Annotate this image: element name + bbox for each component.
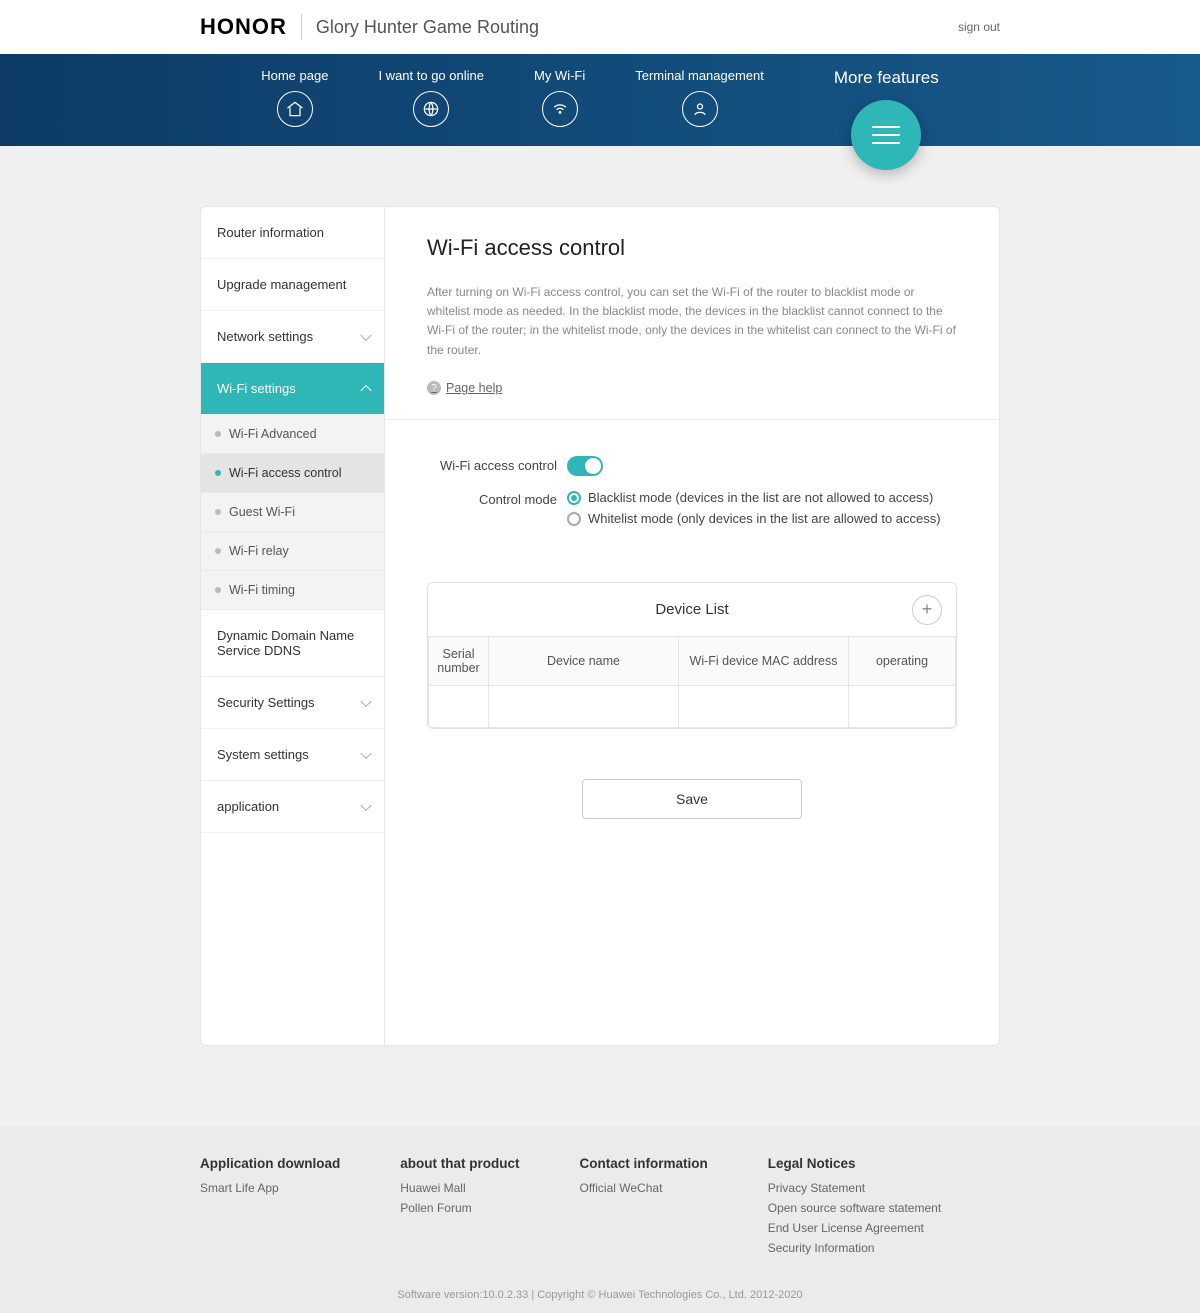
radio-whitelist-label: Whitelist mode (only devices in the list… [588, 511, 941, 526]
table-row [429, 686, 956, 728]
sidebar-sub-wifi-timing[interactable]: Wi-Fi timing [201, 571, 384, 610]
col-mac: Wi-Fi device MAC address [679, 637, 849, 686]
footer-link[interactable]: Official WeChat [579, 1181, 707, 1195]
col-serial: Serial number [429, 637, 489, 686]
page-title: Wi-Fi access control [427, 235, 957, 261]
nav-more-label: More features [834, 68, 939, 88]
radio-blacklist[interactable]: Blacklist mode (devices in the list are … [567, 490, 941, 505]
footer-bottom: Software version:10.0.2.33 | Copyright ©… [0, 1289, 1200, 1301]
toggle-access-control[interactable] [567, 456, 603, 476]
nav-label: Home page [261, 68, 328, 83]
footer-link[interactable]: Pollen Forum [400, 1201, 519, 1215]
footer-col-legal: Legal Notices Privacy Statement Open sou… [768, 1156, 941, 1261]
sidebar-item-system[interactable]: System settings [201, 729, 384, 781]
nav-label: Terminal management [635, 68, 764, 83]
brand-divider [301, 14, 302, 40]
product-title: Glory Hunter Game Routing [316, 17, 539, 38]
footer-col-title: Legal Notices [768, 1156, 941, 1171]
nav-wifi[interactable]: My Wi-Fi [534, 68, 585, 127]
col-operating: operating [849, 637, 956, 686]
footer-col-download: Application download Smart Life App [200, 1156, 340, 1261]
top-bar: HONOR Glory Hunter Game Routing sign out [0, 0, 1200, 54]
sidebar: Router information Upgrade management Ne… [201, 207, 385, 1045]
sidebar-sub-wifi-relay[interactable]: Wi-Fi relay [201, 532, 384, 571]
nav-label: I want to go online [378, 68, 484, 83]
add-device-button[interactable]: + [912, 595, 942, 625]
label-control-mode: Control mode [427, 490, 557, 507]
footer-link[interactable]: Open source software statement [768, 1201, 941, 1215]
cell-empty [489, 686, 679, 728]
footer-link[interactable]: Huawei Mall [400, 1181, 519, 1195]
home-icon [277, 91, 313, 127]
page-help-link[interactable]: ? Page help [427, 381, 502, 395]
sidebar-item-ddns[interactable]: Dynamic Domain Name Service DDNS [201, 610, 384, 677]
footer-link[interactable]: Security Information [768, 1241, 941, 1255]
sidebar-sub-wifi-access-control[interactable]: Wi-Fi access control [201, 454, 384, 493]
divider [385, 419, 999, 420]
sidebar-item-router-info[interactable]: Router information [201, 207, 384, 259]
sidebar-item-security[interactable]: Security Settings [201, 677, 384, 729]
sidebar-sub-wifi-advanced[interactable]: Wi-Fi Advanced [201, 415, 384, 454]
row-access-control: Wi-Fi access control [427, 456, 957, 476]
main-navbar: Home page I want to go online My Wi-Fi T… [0, 54, 1200, 146]
radio-icon [567, 512, 581, 526]
footer-link[interactable]: End User License Agreement [768, 1221, 941, 1235]
radio-blacklist-label: Blacklist mode (devices in the list are … [588, 490, 933, 505]
footer-link[interactable]: Privacy Statement [768, 1181, 941, 1195]
nav-home[interactable]: Home page [261, 68, 328, 127]
footer-col-about: about that product Huawei Mall Pollen Fo… [400, 1156, 519, 1261]
device-list-header: Device List + [428, 583, 956, 636]
globe-icon [413, 91, 449, 127]
footer: Application download Smart Life App abou… [0, 1126, 1200, 1313]
content-area: Wi-Fi access control After turning on Wi… [385, 207, 999, 1045]
footer-col-title: Contact information [579, 1156, 707, 1171]
sidebar-sub-guest-wifi[interactable]: Guest Wi-Fi [201, 493, 384, 532]
nav-more[interactable]: More features [834, 68, 939, 164]
cell-empty [849, 686, 956, 728]
hamburger-icon [851, 100, 921, 170]
footer-link[interactable]: Smart Life App [200, 1181, 340, 1195]
sidebar-item-upgrade[interactable]: Upgrade management [201, 259, 384, 311]
user-icon [682, 91, 718, 127]
sign-out-link[interactable]: sign out [958, 20, 1000, 34]
device-list-title: Device List [655, 601, 728, 618]
cell-empty [679, 686, 849, 728]
page-container: Router information Upgrade management Ne… [200, 206, 1000, 1046]
radio-icon [567, 491, 581, 505]
nav-items: Home page I want to go online My Wi-Fi T… [261, 54, 939, 164]
sidebar-item-wifi[interactable]: Wi-Fi settings [201, 363, 384, 415]
cell-empty [429, 686, 489, 728]
device-table: Serial number Device name Wi-Fi device M… [428, 636, 956, 728]
row-control-mode: Control mode Blacklist mode (devices in … [427, 490, 957, 532]
nav-online[interactable]: I want to go online [378, 68, 484, 127]
radio-whitelist[interactable]: Whitelist mode (only devices in the list… [567, 511, 941, 526]
device-list-card: Device List + Serial number Device name … [427, 582, 957, 729]
footer-col-title: about that product [400, 1156, 519, 1171]
page-description: After turning on Wi-Fi access control, y… [427, 283, 957, 360]
col-device-name: Device name [489, 637, 679, 686]
wifi-icon [542, 91, 578, 127]
footer-col-title: Application download [200, 1156, 340, 1171]
plus-icon: + [922, 599, 933, 620]
help-icon: ? [427, 381, 441, 395]
footer-columns: Application download Smart Life App abou… [200, 1156, 1000, 1261]
nav-terminal[interactable]: Terminal management [635, 68, 764, 127]
sidebar-item-network[interactable]: Network settings [201, 311, 384, 363]
sidebar-item-application[interactable]: application [201, 781, 384, 833]
save-button[interactable]: Save [582, 779, 802, 819]
footer-col-contact: Contact information Official WeChat [579, 1156, 707, 1261]
label-access-control: Wi-Fi access control [427, 456, 557, 473]
sidebar-wifi-submenu: Wi-Fi Advanced Wi-Fi access control Gues… [201, 415, 384, 610]
nav-label: My Wi-Fi [534, 68, 585, 83]
page-help-label: Page help [446, 381, 502, 395]
brand-logo: HONOR [200, 14, 287, 40]
